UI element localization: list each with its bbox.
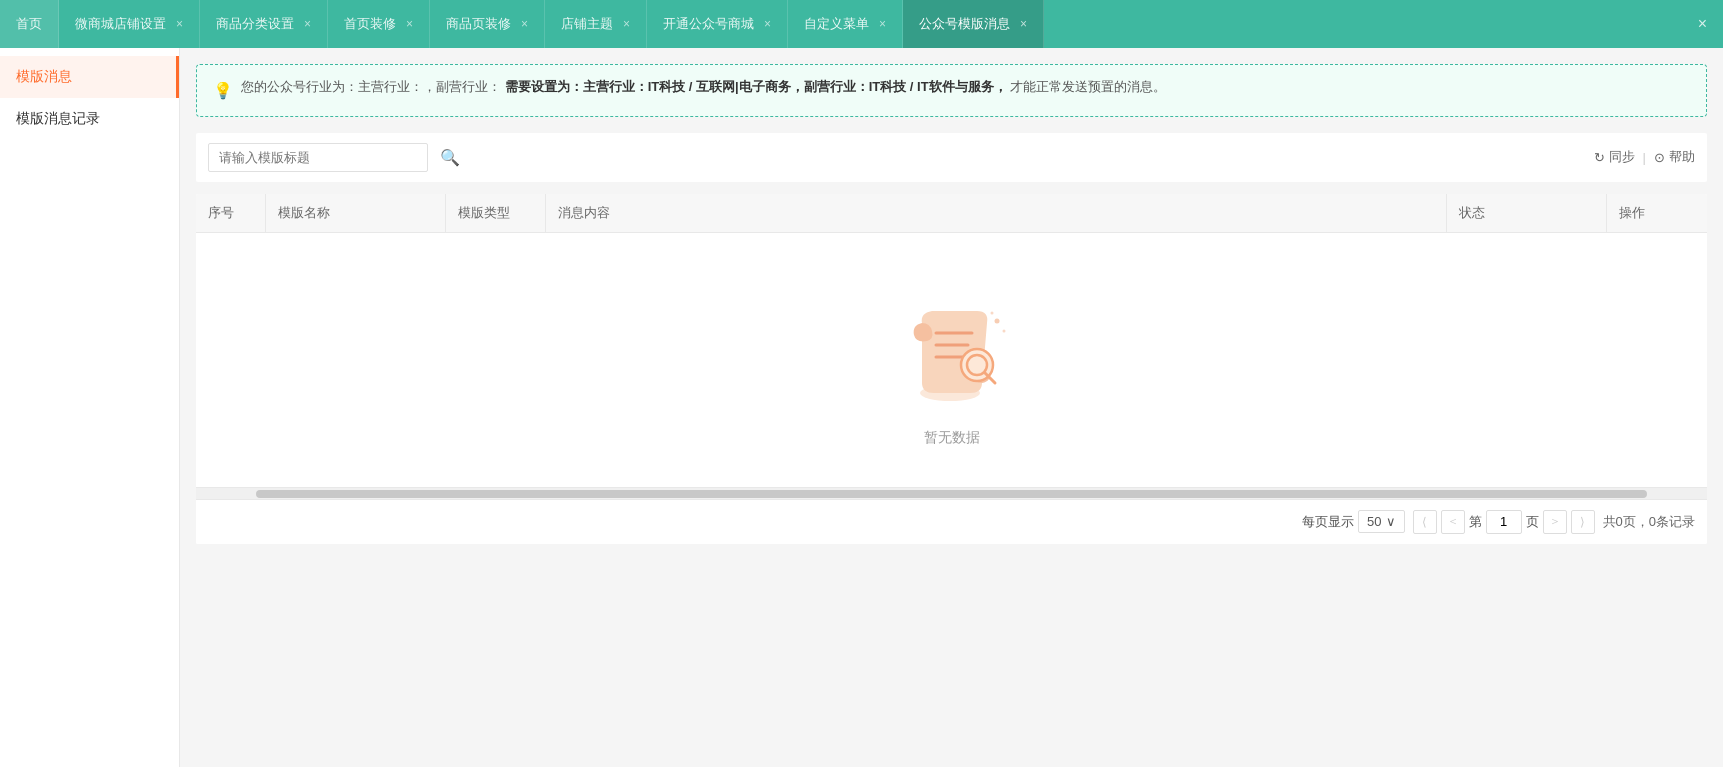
notice-banner: 💡 您的公众号行业为：主营行业：，副营行业： 需要设置为：主营行业：IT科技 /…: [196, 64, 1707, 117]
page-label: 第: [1469, 513, 1482, 531]
svg-point-8: [1002, 329, 1005, 332]
horizontal-scrollbar[interactable]: [196, 487, 1707, 499]
sync-label: 同步: [1609, 148, 1635, 166]
scrollbar-thumb[interactable]: [256, 490, 1647, 498]
page-navigation: ⟨ ＜ 第 页 ＞ ⟩: [1413, 510, 1595, 534]
empty-svg-icon: [892, 293, 1012, 413]
notice-highlight: 需要设置为：主营行业：IT科技 / 互联网|电子商务，副营行业：IT科技 / I…: [505, 79, 1007, 94]
sync-icon: ↻: [1594, 150, 1605, 165]
col-header-name: 模版名称: [266, 194, 446, 232]
sidebar-item-template-msg[interactable]: 模版消息: [0, 56, 179, 98]
dropdown-chevron-icon: ∨: [1386, 514, 1396, 529]
nav-tab-home-decoration-label: 首页装修: [344, 15, 396, 33]
svg-point-9: [990, 311, 993, 314]
close-shop-theme-icon[interactable]: ×: [623, 17, 630, 31]
content-area: 💡 您的公众号行业为：主营行业：，副营行业： 需要设置为：主营行业：IT科技 /…: [180, 48, 1723, 767]
close-shop-settings-icon[interactable]: ×: [176, 17, 183, 31]
search-left: 🔍: [208, 143, 464, 172]
search-button[interactable]: 🔍: [436, 144, 464, 171]
notice-text: 您的公众号行业为：主营行业：，副营行业： 需要设置为：主营行业：IT科技 / 互…: [241, 77, 1166, 98]
nav-tab-open-mall[interactable]: 开通公众号商城 ×: [647, 0, 788, 48]
nav-tab-open-mall-label: 开通公众号商城: [663, 15, 754, 33]
empty-text: 暂无数据: [924, 429, 980, 447]
first-page-button[interactable]: ⟨: [1413, 510, 1437, 534]
nav-tab-custom-menu[interactable]: 自定义菜单 ×: [788, 0, 903, 48]
nav-tab-template-msg-label: 公众号模版消息: [919, 15, 1010, 33]
main-container: 模版消息 模版消息记录 💡 您的公众号行业为：主营行业：，副营行业： 需要设置为…: [0, 48, 1723, 767]
prev-page-button[interactable]: ＜: [1441, 510, 1465, 534]
help-button[interactable]: ⊙ 帮助: [1654, 148, 1695, 166]
nav-tab-shop-theme-label: 店铺主题: [561, 15, 613, 33]
notice-icon: 💡: [213, 78, 233, 104]
col-header-action: 操作: [1607, 194, 1707, 232]
help-icon: ⊙: [1654, 150, 1665, 165]
svg-point-7: [994, 318, 999, 323]
sidebar-item-template-records[interactable]: 模版消息记录: [0, 98, 179, 140]
help-label: 帮助: [1669, 148, 1695, 166]
sidebar-item-template-msg-label: 模版消息: [16, 68, 72, 84]
pagination-row: 每页显示 50 ∨ ⟨ ＜ 第 页: [196, 499, 1707, 544]
nav-tab-product-decoration[interactable]: 商品页装修 ×: [430, 0, 545, 48]
nav-tab-home-decoration[interactable]: 首页装修 ×: [328, 0, 430, 48]
top-navigation: 首页 微商城店铺设置 × 商品分类设置 × 首页装修 × 商品页装修 × 店铺主…: [0, 0, 1723, 48]
divider: |: [1643, 150, 1646, 165]
close-open-mall-icon[interactable]: ×: [764, 17, 771, 31]
search-icon: 🔍: [440, 149, 460, 166]
search-right: ↻ 同步 | ⊙ 帮助: [1594, 148, 1695, 166]
nav-tab-home[interactable]: 首页: [0, 0, 59, 48]
sync-button[interactable]: ↻ 同步: [1594, 148, 1635, 166]
page-size-value: 50: [1367, 514, 1381, 529]
search-row: 🔍 ↻ 同步 | ⊙ 帮助: [196, 133, 1707, 182]
table-container: 序号 模版名称 模版类型 消息内容 状态 操作: [196, 194, 1707, 544]
nav-tab-custom-menu-label: 自定义菜单: [804, 15, 869, 33]
col-header-content: 消息内容: [546, 194, 1447, 232]
page-size-select: 每页显示 50 ∨: [1302, 510, 1404, 533]
page-size-dropdown[interactable]: 50 ∨: [1358, 510, 1404, 533]
close-category-settings-icon[interactable]: ×: [304, 17, 311, 31]
nav-tab-category-settings-label: 商品分类设置: [216, 15, 294, 33]
page-unit: 页: [1526, 513, 1539, 531]
current-page-input[interactable]: [1486, 510, 1522, 534]
table-header: 序号 模版名称 模版类型 消息内容 状态 操作: [196, 194, 1707, 233]
col-header-type: 模版类型: [446, 194, 546, 232]
per-page-label: 每页显示: [1302, 513, 1354, 531]
next-page-icon: ＞: [1549, 513, 1561, 530]
col-header-status: 状态: [1447, 194, 1607, 232]
nav-tab-product-decoration-label: 商品页装修: [446, 15, 511, 33]
next-page-button[interactable]: ＞: [1543, 510, 1567, 534]
last-page-button[interactable]: ⟩: [1571, 510, 1595, 534]
nav-tab-home-label: 首页: [16, 15, 42, 33]
empty-state: 暂无数据: [196, 233, 1707, 487]
last-page-icon: ⟩: [1580, 515, 1585, 529]
nav-tab-category-settings[interactable]: 商品分类设置 ×: [200, 0, 328, 48]
close-product-decoration-icon[interactable]: ×: [521, 17, 528, 31]
notice-suffix: 才能正常发送预置的消息。: [1010, 79, 1166, 94]
close-custom-menu-icon[interactable]: ×: [879, 17, 886, 31]
nav-tab-shop-settings[interactable]: 微商城店铺设置 ×: [59, 0, 200, 48]
total-info: 共0页，0条记录: [1603, 513, 1695, 531]
sidebar: 模版消息 模版消息记录: [0, 48, 180, 767]
sidebar-item-template-records-label: 模版消息记录: [16, 110, 100, 126]
empty-illustration: [892, 293, 1012, 413]
first-page-icon: ⟨: [1422, 515, 1427, 529]
nav-tab-shop-theme[interactable]: 店铺主题 ×: [545, 0, 647, 48]
nav-tab-shop-settings-label: 微商城店铺设置: [75, 15, 166, 33]
col-header-seq: 序号: [196, 194, 266, 232]
notice-prefix: 您的公众号行业为：主营行业：，副营行业：: [241, 79, 501, 94]
prev-page-icon: ＜: [1447, 513, 1459, 530]
close-all-button[interactable]: ×: [1682, 15, 1723, 33]
close-home-decoration-icon[interactable]: ×: [406, 17, 413, 31]
close-template-msg-icon[interactable]: ×: [1020, 17, 1027, 31]
search-input[interactable]: [208, 143, 428, 172]
nav-tab-template-msg[interactable]: 公众号模版消息 ×: [903, 0, 1044, 48]
